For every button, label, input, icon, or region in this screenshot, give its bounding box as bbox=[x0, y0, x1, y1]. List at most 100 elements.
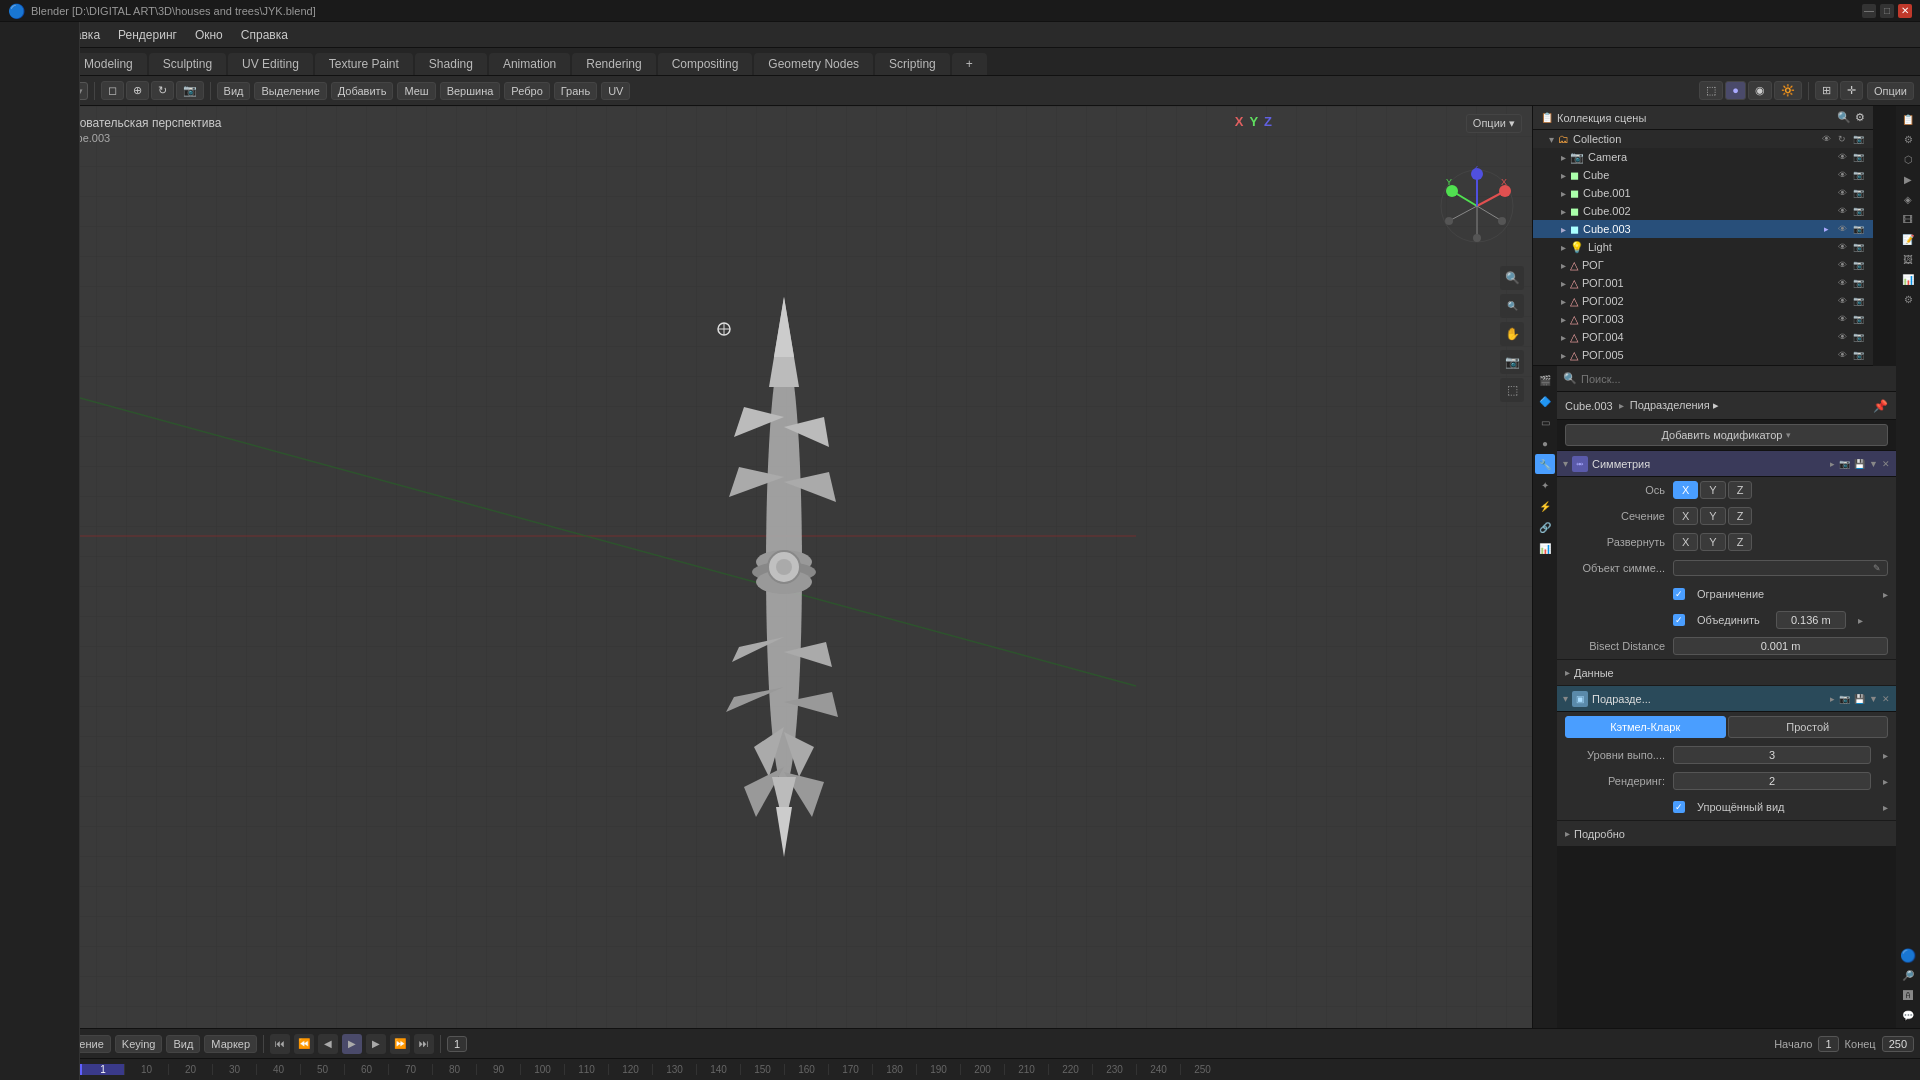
outliner-rog004[interactable]: ▸ △ РОГ.004 👁 📷 bbox=[1533, 328, 1873, 346]
sym-btn-2[interactable]: 📷 bbox=[1839, 459, 1850, 469]
end-frame-input[interactable]: 250 bbox=[1882, 1036, 1914, 1052]
eye-rog005[interactable]: 👁 bbox=[1835, 348, 1849, 362]
menu-help[interactable]: Справка bbox=[233, 26, 296, 44]
render-levels-arrow[interactable]: ▸ bbox=[1883, 776, 1888, 787]
tab-modeling[interactable]: Modeling bbox=[70, 53, 147, 75]
current-frame-input[interactable]: 1 bbox=[447, 1036, 467, 1052]
camera-btn[interactable]: 📷 bbox=[1500, 350, 1524, 374]
catmull-tab[interactable]: Кэтмел-Кларк bbox=[1565, 716, 1726, 738]
merge-arrow[interactable]: ▸ bbox=[1858, 615, 1863, 626]
step-back-btn[interactable]: ⏪ bbox=[294, 1034, 314, 1054]
eye-rog002[interactable]: 👁 bbox=[1835, 294, 1849, 308]
render-rog005[interactable]: 📷 bbox=[1851, 348, 1865, 362]
ri-addon1[interactable]: 🔎 bbox=[1899, 966, 1917, 984]
view-menu[interactable]: Вид bbox=[217, 82, 251, 100]
sym-btn-1[interactable]: ▸ bbox=[1830, 459, 1835, 469]
tab-texture-paint[interactable]: Texture Paint bbox=[315, 53, 413, 75]
render-rog002[interactable]: 📷 bbox=[1851, 294, 1865, 308]
eye-cube[interactable]: 👁 bbox=[1835, 168, 1849, 182]
props-search-input[interactable] bbox=[1581, 373, 1890, 385]
eye-cube003[interactable]: 👁 bbox=[1835, 222, 1849, 236]
ri-spreadsheet[interactable]: 📊 bbox=[1899, 270, 1917, 288]
overlay-btn[interactable]: ⊞ bbox=[1815, 81, 1838, 100]
bisect-z-btn[interactable]: Z bbox=[1728, 507, 1753, 525]
props-header-pin[interactable]: 📌 bbox=[1873, 399, 1888, 413]
timeline-marker-btn[interactable]: Маркер bbox=[204, 1035, 257, 1053]
tool-icon-4[interactable]: 📷 bbox=[176, 81, 204, 100]
details-section[interactable]: ▸ Подробно bbox=[1557, 820, 1896, 846]
render-levels-value[interactable]: 2 bbox=[1673, 772, 1871, 790]
render-icon-col[interactable]: 📷 bbox=[1851, 132, 1865, 146]
timeline-keying-btn[interactable]: Keying bbox=[115, 1035, 163, 1053]
sym-btn-3[interactable]: 💾 bbox=[1854, 459, 1865, 469]
render-rog004[interactable]: 📷 bbox=[1851, 330, 1865, 344]
props-modifier[interactable]: 🔧 bbox=[1535, 454, 1555, 474]
sym-btn-4[interactable]: ▼ bbox=[1869, 459, 1878, 469]
outliner-cube001[interactable]: ▸ ◼ Cube.001 👁 📷 bbox=[1533, 184, 1873, 202]
flip-y-btn[interactable]: Y bbox=[1700, 533, 1725, 551]
uv-menu[interactable]: UV bbox=[601, 82, 630, 100]
props-object[interactable]: 🔷 bbox=[1535, 391, 1555, 411]
eye-camera[interactable]: 👁 bbox=[1835, 150, 1849, 164]
props-constraints[interactable]: 🔗 bbox=[1535, 517, 1555, 537]
merge-checkbox[interactable]: ✓ bbox=[1673, 614, 1685, 626]
render-camera[interactable]: 📷 bbox=[1851, 150, 1865, 164]
tab-add[interactable]: + bbox=[952, 53, 987, 75]
viewport-3d[interactable]: Пользовательская перспектива (1) Cube.00… bbox=[36, 106, 1532, 1028]
props-physics[interactable]: ⚡ bbox=[1535, 496, 1555, 516]
collapse-subdiv[interactable]: ▾ bbox=[1563, 693, 1568, 704]
outliner-camera[interactable]: ▸ 📷 Camera 👁 📷 bbox=[1533, 148, 1873, 166]
tab-scripting[interactable]: Scripting bbox=[875, 53, 950, 75]
props-particles[interactable]: ✦ bbox=[1535, 475, 1555, 495]
next-keyframe-btn[interactable]: ▶ bbox=[366, 1034, 386, 1054]
render-cube002[interactable]: 📷 bbox=[1851, 204, 1865, 218]
bisect-y-btn[interactable]: Y bbox=[1700, 507, 1725, 525]
eye-rog001[interactable]: 👁 bbox=[1835, 276, 1849, 290]
ri-addon2[interactable]: 🅰 bbox=[1899, 986, 1917, 1004]
add-modifier-button[interactable]: Добавить модификатор ▾ bbox=[1565, 424, 1888, 446]
ri-properties[interactable]: ⚙ bbox=[1899, 130, 1917, 148]
ri-preferences[interactable]: ⚙ bbox=[1899, 290, 1917, 308]
tab-sculpting[interactable]: Sculpting bbox=[149, 53, 226, 75]
collapse-symmetry[interactable]: ▾ bbox=[1563, 458, 1568, 469]
render-cube[interactable]: 📷 bbox=[1851, 168, 1865, 182]
ri-blender[interactable]: 🔵 bbox=[1899, 946, 1917, 964]
render-light[interactable]: 📷 bbox=[1851, 240, 1865, 254]
options-label[interactable]: Опции ▾ bbox=[1466, 114, 1522, 133]
bisect-dist-value[interactable]: 0.001 m bbox=[1673, 637, 1888, 655]
options-dropdown[interactable]: Опции ▾ bbox=[1466, 114, 1522, 133]
add-menu[interactable]: Добавить bbox=[331, 82, 394, 100]
limit-arrow[interactable]: ▸ bbox=[1883, 589, 1888, 600]
outliner-light[interactable]: ▸ 💡 Light 👁 📷 bbox=[1533, 238, 1873, 256]
limit-checkbox[interactable]: ✓ bbox=[1673, 588, 1685, 600]
props-scene[interactable]: 🎬 bbox=[1535, 370, 1555, 390]
eye-icon-col[interactable]: 👁 bbox=[1819, 132, 1833, 146]
jump-start-btn[interactable]: ⏮ bbox=[270, 1034, 290, 1054]
subdiv-btn-3[interactable]: 💾 bbox=[1854, 694, 1865, 704]
axis-y-btn[interactable]: Y bbox=[1700, 481, 1725, 499]
tool-icon-2[interactable]: ⊕ bbox=[126, 81, 149, 100]
subdiv-btn-4[interactable]: ▼ bbox=[1869, 694, 1878, 704]
options-btn[interactable]: Опции bbox=[1867, 82, 1914, 100]
jump-end-btn[interactable]: ⏭ bbox=[414, 1034, 434, 1054]
outliner-collection[interactable]: ▾ 🗂 Collection 👁 ↻ 📷 bbox=[1533, 130, 1873, 148]
render-rog[interactable]: 📷 bbox=[1851, 258, 1865, 272]
zoom-out-btn[interactable]: 🔍 bbox=[1500, 294, 1524, 318]
ri-dope[interactable]: ◈ bbox=[1899, 190, 1917, 208]
close-button[interactable]: ✕ bbox=[1898, 4, 1912, 18]
outliner-rog005[interactable]: ▸ △ РОГ.005 👁 📷 bbox=[1533, 346, 1873, 364]
outliner-filter-icon[interactable]: ⚙ bbox=[1855, 111, 1865, 124]
face-menu[interactable]: Грань bbox=[554, 82, 597, 100]
play-btn[interactable]: ▶ bbox=[342, 1034, 362, 1054]
zoom-in-btn[interactable]: 🔍 bbox=[1500, 266, 1524, 290]
simplified-checkbox[interactable]: ✓ bbox=[1673, 801, 1685, 813]
start-frame-input[interactable]: 1 bbox=[1818, 1036, 1838, 1052]
mirror-obj-picker[interactable]: ✎ bbox=[1873, 563, 1881, 573]
outliner-search-icon[interactable]: 🔍 bbox=[1837, 111, 1851, 124]
subdiv-btn-1[interactable]: ▸ bbox=[1830, 694, 1835, 704]
render-cube003[interactable]: 📷 bbox=[1851, 222, 1865, 236]
data-section-header[interactable]: ▸ Данные bbox=[1557, 659, 1896, 685]
menu-window[interactable]: Окно bbox=[187, 26, 231, 44]
outliner-rog001[interactable]: ▸ △ РОГ.001 👁 📷 bbox=[1533, 274, 1873, 292]
mesh-menu[interactable]: Меш bbox=[397, 82, 435, 100]
